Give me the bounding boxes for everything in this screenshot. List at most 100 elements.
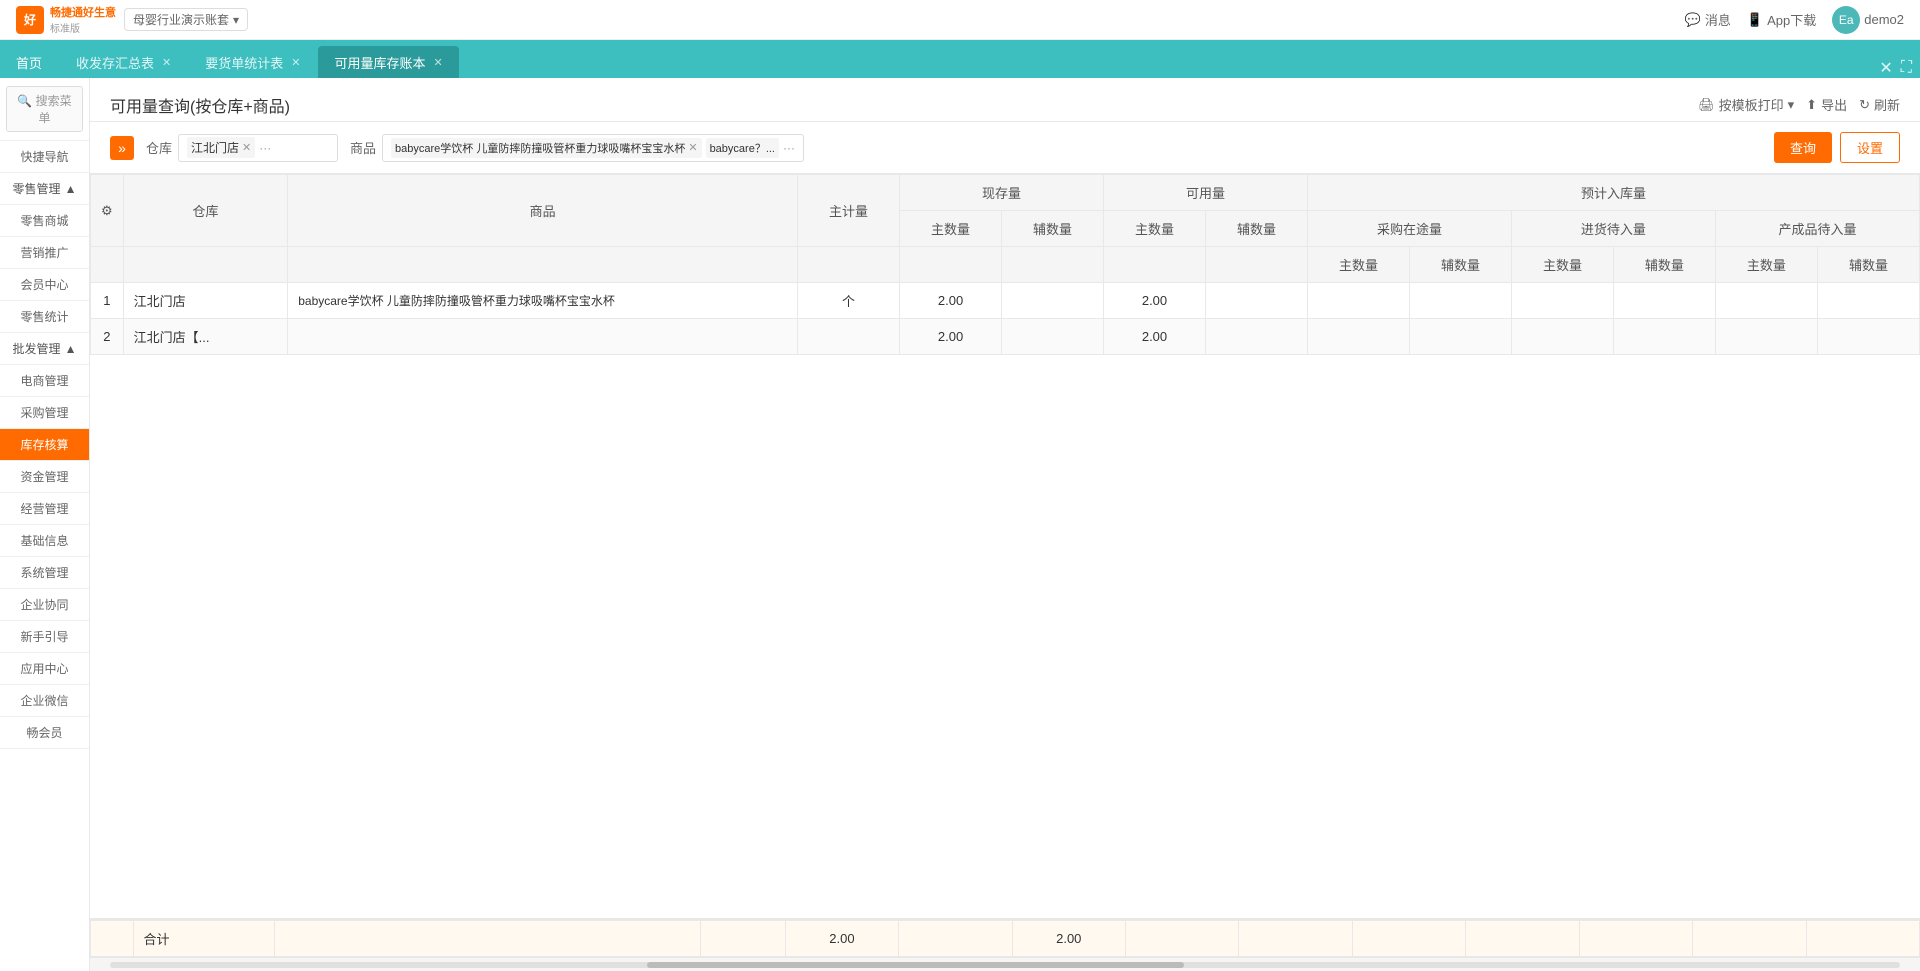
avail-main-qty-header: 主数量 <box>1104 211 1206 247</box>
row-1-pur-main <box>1307 283 1409 319</box>
warehouse-tag-remove[interactable]: ✕ <box>242 141 251 154</box>
message-icon: 💬 <box>1685 12 1701 28</box>
sidebar-item-inventory[interactable]: 库存核算 <box>0 429 89 461</box>
tab-close-receive-send[interactable]: ✕ <box>162 56 171 69</box>
bottom-scroll[interactable] <box>90 957 1920 971</box>
sidebar-item-finance[interactable]: 资金管理 <box>0 461 89 493</box>
sidebar-item-retail-mgmt[interactable]: 零售管理 ▲ <box>0 173 89 205</box>
footer-empty <box>91 921 134 957</box>
sidebar-item-members-vip[interactable]: 畅会员 <box>0 717 89 749</box>
sidebar-item-member[interactable]: 会员中心 <box>0 269 89 301</box>
footer-inc-sub <box>1579 921 1692 957</box>
sidebar-item-retail-stats[interactable]: 零售统计 <box>0 301 89 333</box>
logo: 好 畅捷通好生意 标准版 <box>16 4 116 35</box>
tab-requisition[interactable]: 要货单统计表 ✕ <box>189 46 316 78</box>
empty-h4 <box>798 247 900 283</box>
sidebar-search: 🔍 搜索菜单 <box>0 78 89 141</box>
sidebar-item-marketing[interactable]: 营销推广 <box>0 237 89 269</box>
app-download-btn[interactable]: 📱 App下载 <box>1747 10 1816 29</box>
scroll-thumb[interactable] <box>647 962 1184 968</box>
setting-button[interactable]: 设置 <box>1840 132 1900 163</box>
table-container[interactable]: ⚙ 仓库 商品 主计量 现存量 <box>90 174 1920 918</box>
warehouse-more[interactable]: ··· <box>259 141 271 155</box>
row-1-inc-main <box>1511 283 1613 319</box>
tab-fullscreen-icon[interactable]: ⛶ <box>1901 59 1912 77</box>
industry-selector[interactable]: 母婴行业演示账套 ▾ <box>124 8 248 31</box>
footer-avail-main: 2.00 <box>1012 921 1125 957</box>
refresh-btn[interactable]: ↻ 刷新 <box>1859 95 1900 114</box>
row-1-stock-main: 2.00 <box>900 283 1002 319</box>
empty-h7 <box>1104 247 1206 283</box>
warehouse-column-header: 仓库 <box>123 175 288 247</box>
query-button[interactable]: 查询 <box>1774 132 1832 163</box>
logo-icon: 好 <box>16 6 44 34</box>
prod-main-h: 主数量 <box>1715 247 1817 283</box>
row-2-prod-main <box>1715 319 1817 355</box>
footer-row: 合计 2.00 2.00 <box>91 921 1920 957</box>
row-1-num: 1 <box>91 283 124 319</box>
top-bar: 好 畅捷通好生意 标准版 母婴行业演示账套 ▾ 💬 消息 📱 App下载 Ea … <box>0 0 1920 40</box>
search-menu-btn[interactable]: 🔍 搜索菜单 <box>6 86 83 132</box>
content-area: 可用量查询(按仓库+商品) 🖨 按模板打印 ▾ ⬆ 导出 ↻ 刷新 <box>90 78 1920 971</box>
empty-h2 <box>123 247 288 283</box>
tab-close-all-icon[interactable]: ✕ <box>1879 58 1892 78</box>
tab-available-stock[interactable]: 可用量库存账本 ✕ <box>318 46 458 78</box>
data-table: ⚙ 仓库 商品 主计量 现存量 <box>90 174 1920 355</box>
sidebar-item-app-center[interactable]: 应用中心 <box>0 653 89 685</box>
settings-column-header[interactable]: ⚙ <box>91 175 124 247</box>
tab-receive-send[interactable]: 收发存汇总表 ✕ <box>60 46 187 78</box>
footer-stock-sub <box>899 921 1012 957</box>
row-1-avail-sub <box>1206 283 1308 319</box>
product-tag-1: babycare学饮杯 儿童防摔防撞吸管杯重力球吸嘴杯宝宝水杯 ✕ <box>391 138 702 158</box>
sidebar-item-retail-mall[interactable]: 零售商城 <box>0 205 89 237</box>
sidebar-item-wholesale-mgmt[interactable]: 批发管理 ▲ <box>0 333 89 365</box>
chevron-print-icon: ▾ <box>1788 97 1795 113</box>
export-btn[interactable]: ⬆ 导出 <box>1806 95 1847 114</box>
print-icon: 🖨 <box>1698 97 1715 113</box>
sidebar-item-operations[interactable]: 经营管理 <box>0 493 89 525</box>
stock-sub-qty-header: 辅数量 <box>1002 211 1104 247</box>
product-input[interactable]: babycare学饮杯 儿童防摔防撞吸管杯重力球吸嘴杯宝宝水杯 ✕ babyca… <box>382 134 804 162</box>
planned-in-column-header: 预计入库量 <box>1307 175 1919 211</box>
row-2-stock-sub <box>1002 319 1104 355</box>
product-more[interactable]: ··· <box>783 141 795 155</box>
footer-unit-empty <box>700 921 785 957</box>
sidebar-item-purchase[interactable]: 采购管理 <box>0 397 89 429</box>
tab-close-requisition[interactable]: ✕ <box>291 56 300 69</box>
user-menu[interactable]: Ea demo2 <box>1832 6 1904 34</box>
production-pending-header: 产成品待入量 <box>1715 211 1919 247</box>
row-2-product <box>288 319 798 355</box>
empty-h5 <box>900 247 1002 283</box>
row-2-prod-sub <box>1817 319 1919 355</box>
export-icon: ⬆ <box>1806 97 1817 113</box>
product-label: 商品 <box>350 138 376 157</box>
empty-h8 <box>1206 247 1308 283</box>
footer-prod-sub <box>1806 921 1919 957</box>
sidebar-item-enterprise-collab[interactable]: 企业协同 <box>0 589 89 621</box>
product-tag-2: babycare？... <box>706 138 779 158</box>
row-1-unit: 个 <box>798 283 900 319</box>
warehouse-input[interactable]: 江北门店 ✕ ··· <box>178 134 338 162</box>
tab-home[interactable]: 首页 <box>0 46 58 78</box>
tab-close-available-stock[interactable]: ✕ <box>434 56 443 69</box>
warehouse-filter-group: 仓库 江北门店 ✕ ··· <box>146 134 338 162</box>
empty-h3 <box>288 247 798 283</box>
filter-expand-btn[interactable]: » <box>110 136 134 160</box>
warehouse-label: 仓库 <box>146 138 172 157</box>
page-actions: 🖨 按模板打印 ▾ ⬆ 导出 ↻ 刷新 <box>1698 95 1900 114</box>
sidebar-item-new-guide[interactable]: 新手引导 <box>0 621 89 653</box>
nav-tabs-right: ✕ ⛶ <box>1879 58 1920 78</box>
sidebar-item-system[interactable]: 系统管理 <box>0 557 89 589</box>
sidebar-item-quick-nav[interactable]: 快捷导航 <box>0 141 89 173</box>
sidebar-item-ecommerce[interactable]: 电商管理 <box>0 365 89 397</box>
sidebar-item-basic-info[interactable]: 基础信息 <box>0 525 89 557</box>
warehouse-tag: 江北门店 ✕ <box>187 137 255 158</box>
row-2-stock-main: 2.00 <box>900 319 1002 355</box>
scroll-track <box>110 962 1900 968</box>
inc-main-h: 主数量 <box>1511 247 1613 283</box>
row-2-unit <box>798 319 900 355</box>
message-btn[interactable]: 💬 消息 <box>1685 10 1731 29</box>
product-tag-1-remove[interactable]: ✕ <box>688 141 697 154</box>
print-btn[interactable]: 🖨 按模板打印 ▾ <box>1698 95 1794 114</box>
sidebar-item-enterprise-wechat[interactable]: 企业微信 <box>0 685 89 717</box>
